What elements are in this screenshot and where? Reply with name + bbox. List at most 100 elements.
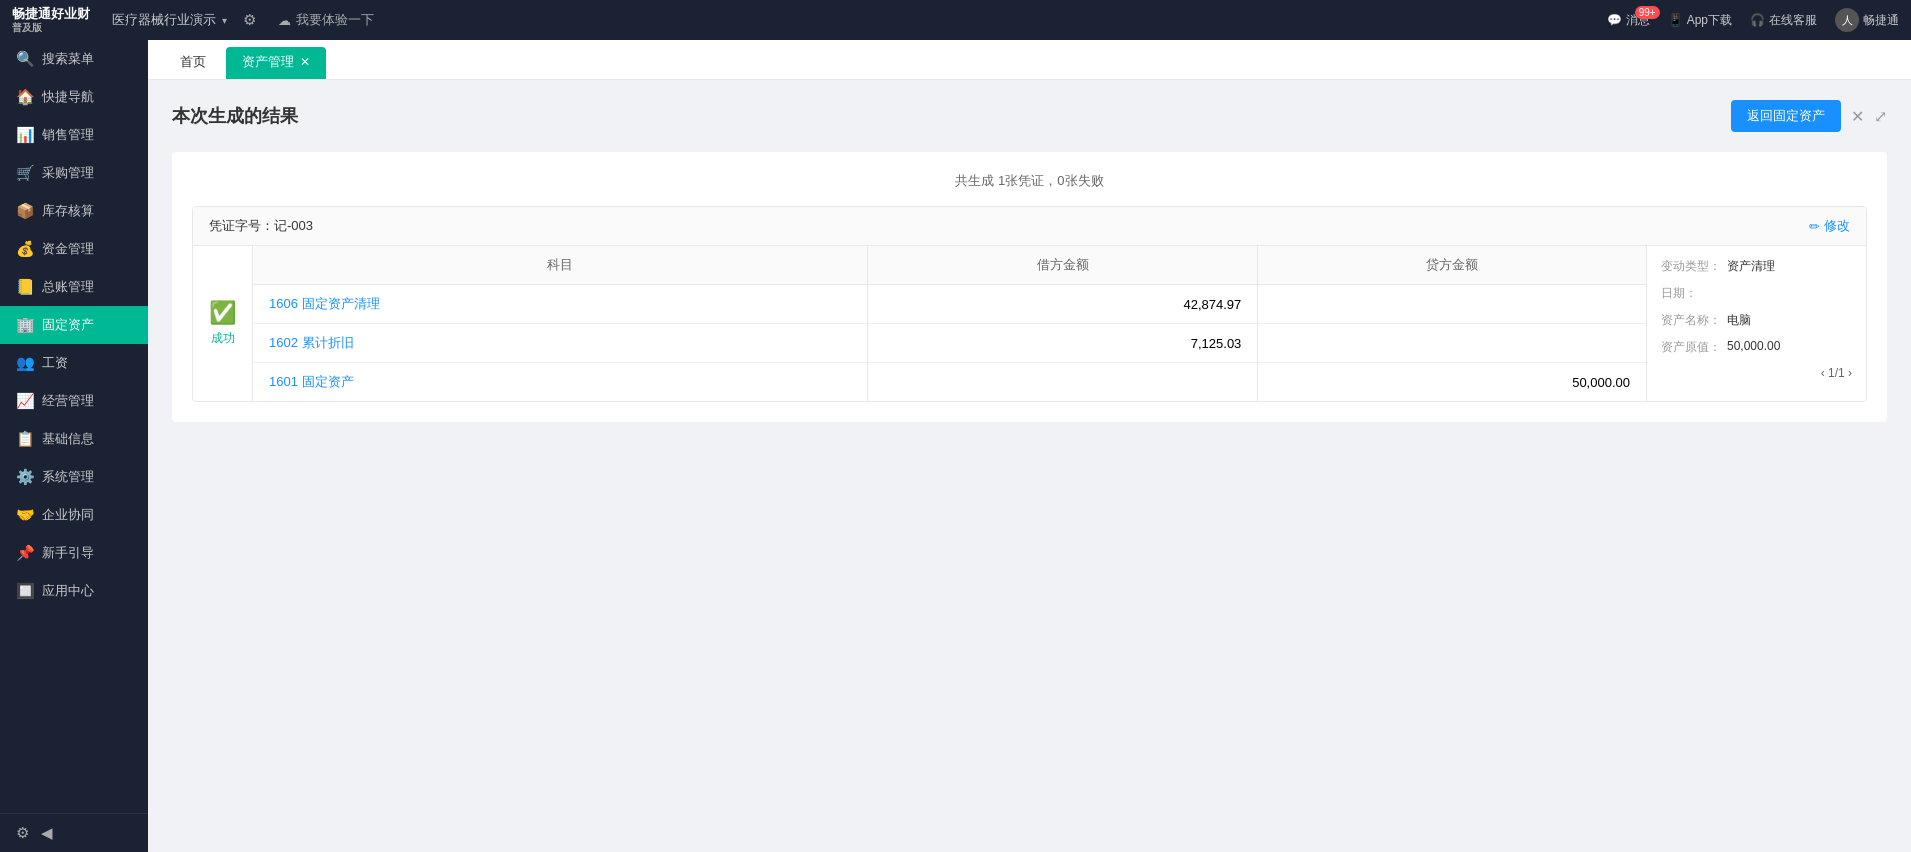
return-button[interactable]: 返回固定资产	[1731, 100, 1841, 132]
page-content: 本次生成的结果 返回固定资产 ✕ ⤢ 共生成 1张凭证，0张失败 凭证字号：记-…	[148, 80, 1911, 852]
sidebar-item-label: 新手引导	[42, 544, 94, 562]
side-date: 日期：	[1661, 285, 1852, 302]
sales-icon: 📊	[16, 126, 34, 144]
operations-icon: 📈	[16, 392, 34, 410]
sidebar-scroll: 🔍 搜索菜单 🏠 快捷导航 📊 销售管理 🛒 采购管理 📦 库存核算 💰	[0, 40, 148, 813]
sidebar-item-purchase[interactable]: 🛒 采购管理	[0, 154, 148, 192]
search-icon: 🔍	[16, 50, 34, 68]
tabbar: 首页 资产管理 ✕	[148, 40, 1911, 80]
subject-cell: 1601 固定资产	[253, 363, 868, 402]
debit-cell: 42,874.97	[868, 285, 1258, 324]
table-row: 1602 累计折旧 7,125.03	[253, 324, 1646, 363]
purchase-icon: 🛒	[16, 164, 34, 182]
topbar-right: 💬 消息 99+ 📱 App下载 🎧 在线客服 人 畅捷通	[1607, 8, 1899, 32]
side-pagination: ‹ 1/1 ›	[1661, 366, 1852, 380]
voucher-body: ✅ 成功 科目 借方金额 贷方金额	[193, 246, 1866, 401]
sidebar-item-label: 搜索菜单	[42, 50, 94, 68]
app-download-button[interactable]: 📱 App下载	[1668, 12, 1732, 29]
sidebar-item-sales[interactable]: 📊 销售管理	[0, 116, 148, 154]
pagination-next[interactable]: ›	[1848, 366, 1852, 380]
side-original-value: 资产原值： 50,000.00	[1661, 339, 1852, 356]
sidebar-item-label: 库存核算	[42, 202, 94, 220]
message-icon: 💬	[1607, 13, 1622, 27]
user-menu[interactable]: 人 畅捷通	[1835, 8, 1899, 32]
funds-icon: 💰	[16, 240, 34, 258]
sidebar-item-label: 应用中心	[42, 582, 94, 600]
expand-panel-icon[interactable]: ⤢	[1874, 107, 1887, 126]
guide-icon: 📌	[16, 544, 34, 562]
side-asset-name: 资产名称： 电脑	[1661, 312, 1852, 329]
messages-button[interactable]: 💬 消息 99+	[1607, 12, 1650, 29]
tab-asset-management[interactable]: 资产管理 ✕	[226, 47, 326, 79]
basic-info-icon: 📋	[16, 430, 34, 448]
sidebar-item-funds[interactable]: 💰 资金管理	[0, 230, 148, 268]
avatar: 人	[1835, 8, 1859, 32]
voucher-edit-button[interactable]: ✏ 修改	[1809, 217, 1850, 235]
main-layout: 🔍 搜索菜单 🏠 快捷导航 📊 销售管理 🛒 采购管理 📦 库存核算 💰	[0, 40, 1911, 852]
footer-collapse-icon[interactable]: ◀	[41, 824, 53, 842]
settings-icon[interactable]: ⚙	[243, 11, 256, 29]
fixed-assets-icon: 🏢	[16, 316, 34, 334]
voucher-header: 凭证字号：记-003 ✏ 修改	[193, 207, 1866, 246]
sidebar-item-cooperation[interactable]: 🤝 企业协同	[0, 496, 148, 534]
voucher-number: 凭证字号：记-003	[209, 217, 313, 235]
pagination-prev[interactable]: ‹	[1821, 366, 1825, 380]
sidebar-item-inventory[interactable]: 📦 库存核算	[0, 192, 148, 230]
debit-cell	[868, 363, 1258, 402]
sidebar-item-app-center[interactable]: 🔲 应用中心	[0, 572, 148, 610]
subject-link[interactable]: 1601 固定资产	[269, 374, 354, 389]
messages-badge: 99+	[1635, 6, 1660, 19]
online-service-button[interactable]: 🎧 在线客服	[1750, 12, 1817, 29]
sidebar-item-label: 基础信息	[42, 430, 94, 448]
tab-home[interactable]: 首页	[164, 47, 222, 79]
sidebar-item-fixed-assets[interactable]: 🏢 固定资产	[0, 306, 148, 344]
result-panel: 共生成 1张凭证，0张失败 凭证字号：记-003 ✏ 修改	[172, 152, 1887, 422]
subject-link[interactable]: 1602 累计折旧	[269, 335, 354, 350]
page-title: 本次生成的结果	[172, 104, 298, 128]
credit-cell: 50,000.00	[1258, 363, 1646, 402]
inventory-icon: 📦	[16, 202, 34, 220]
success-icon: ✅	[209, 300, 236, 326]
voucher-block: 凭证字号：记-003 ✏ 修改 ✅ 成功	[192, 206, 1867, 402]
sidebar-item-label: 资金管理	[42, 240, 94, 258]
tab-close-icon[interactable]: ✕	[300, 55, 310, 69]
experience-button[interactable]: ☁ 我要体验一下	[278, 11, 374, 29]
voucher-side-panel: 变动类型： 资产清理 日期： 资产名称： 电脑	[1646, 246, 1866, 401]
asset-name-label: 资产名称：	[1661, 312, 1721, 329]
sidebar-item-guide[interactable]: 📌 新手引导	[0, 534, 148, 572]
change-type-value: 资产清理	[1727, 258, 1775, 275]
credit-cell	[1258, 324, 1646, 363]
sidebar-item-basic-info[interactable]: 📋 基础信息	[0, 420, 148, 458]
original-value-value: 50,000.00	[1727, 339, 1780, 356]
ledger-icon: 📒	[16, 278, 34, 296]
sidebar-item-quicknav[interactable]: 🏠 快捷导航	[0, 78, 148, 116]
sidebar-item-search[interactable]: 🔍 搜索菜单	[0, 40, 148, 78]
sidebar-item-label: 固定资产	[42, 316, 94, 334]
payroll-icon: 👥	[16, 354, 34, 372]
voucher-table-area: 科目 借方金额 贷方金额 1606 固定资产清理 42,874.97	[253, 246, 1646, 401]
home-icon: 🏠	[16, 88, 34, 106]
company-selector[interactable]: 医疗器械行业演示 ▾	[112, 11, 227, 29]
sidebar-item-payroll[interactable]: 👥 工资	[0, 344, 148, 382]
sidebar-item-ledger[interactable]: 📒 总账管理	[0, 268, 148, 306]
sidebar-item-label: 工资	[42, 354, 68, 372]
sidebar-footer: ⚙ ◀	[0, 813, 148, 852]
company-dropdown-arrow: ▾	[222, 15, 227, 26]
sidebar-item-system[interactable]: ⚙️ 系统管理	[0, 458, 148, 496]
change-type-label: 变动类型：	[1661, 258, 1721, 275]
app-logo: 畅捷通好业财 普及版	[12, 6, 90, 34]
original-value-label: 资产原值：	[1661, 339, 1721, 356]
debit-cell: 7,125.03	[868, 324, 1258, 363]
close-panel-icon[interactable]: ✕	[1851, 107, 1864, 126]
footer-settings-icon[interactable]: ⚙	[16, 824, 29, 842]
sidebar-item-operations[interactable]: 📈 经营管理	[0, 382, 148, 420]
credit-cell	[1258, 285, 1646, 324]
side-change-type: 变动类型： 资产清理	[1661, 258, 1852, 275]
voucher-status-col: ✅ 成功	[193, 246, 253, 401]
app-center-icon: 🔲	[16, 582, 34, 600]
content-area: 首页 资产管理 ✕ 本次生成的结果 返回固定资产 ✕ ⤢ 共生成 1张凭证，0张…	[148, 40, 1911, 852]
col-header-subject: 科目	[253, 246, 868, 285]
subject-link[interactable]: 1606 固定资产清理	[269, 296, 380, 311]
status-text: 成功	[211, 330, 235, 347]
sidebar-item-label: 快捷导航	[42, 88, 94, 106]
